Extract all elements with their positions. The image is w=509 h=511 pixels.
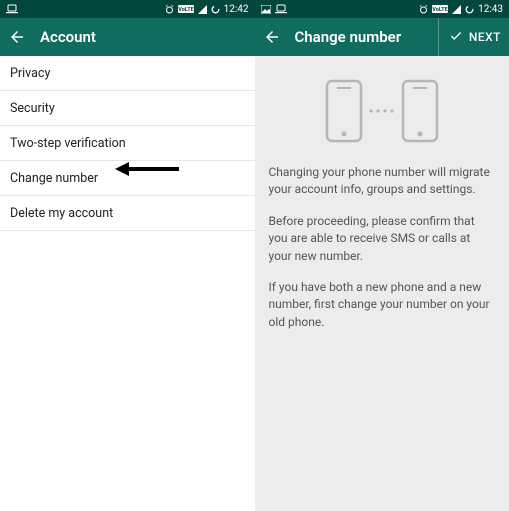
loading-icon: [465, 5, 474, 14]
svg-text:VoLTE: VoLTE: [178, 7, 193, 13]
info-paragraph-1: Changing your phone number will migrate …: [269, 164, 496, 199]
volte-icon: VoLTE: [178, 5, 194, 13]
next-label: NEXT: [469, 30, 501, 44]
svg-text:VoLTE: VoLTE: [432, 7, 447, 13]
list-item-change-number[interactable]: Change number: [0, 161, 255, 196]
list-item-privacy[interactable]: Privacy: [0, 56, 255, 91]
list-item-two-step[interactable]: Two-step verification: [0, 126, 255, 161]
list-item-delete-account[interactable]: Delete my account: [0, 196, 255, 231]
screen-account: VoLTE 12:42 Account Privacy Security Two…: [0, 0, 255, 511]
settings-list: Privacy Security Two-step verification C…: [0, 56, 255, 231]
clock-text: 12:43: [478, 4, 503, 15]
app-bar: Change number NEXT: [255, 18, 509, 56]
image-icon: [261, 5, 271, 14]
page-title: Change number: [295, 28, 402, 46]
next-button[interactable]: NEXT: [438, 18, 501, 56]
app-bar: Account: [0, 18, 255, 56]
list-item-security[interactable]: Security: [0, 91, 255, 126]
status-bar: VoLTE 12:43: [255, 0, 509, 18]
alarm-icon: [419, 5, 428, 14]
signal-icon: [452, 5, 461, 14]
back-icon[interactable]: [8, 28, 26, 46]
laptop-icon: [275, 4, 287, 14]
content-area: Changing your phone number will migrate …: [255, 56, 509, 511]
signal-icon: [198, 5, 207, 14]
screen-change-number: VoLTE 12:43 Change number N: [255, 0, 509, 511]
laptop-icon: [6, 4, 18, 14]
page-title: Account: [40, 28, 96, 46]
back-icon[interactable]: [263, 28, 281, 46]
check-icon: [449, 29, 463, 46]
clock-text: 12:42: [224, 4, 249, 15]
phone-transfer-illustration: [269, 76, 496, 146]
volte-icon: VoLTE: [432, 5, 448, 13]
info-paragraph-2: Before proceeding, please confirm that y…: [269, 213, 496, 265]
info-paragraph-3: If you have both a new phone and a new n…: [269, 279, 496, 331]
loading-icon: [211, 5, 220, 14]
status-bar: VoLTE 12:42: [0, 0, 255, 18]
alarm-icon: [165, 5, 174, 14]
